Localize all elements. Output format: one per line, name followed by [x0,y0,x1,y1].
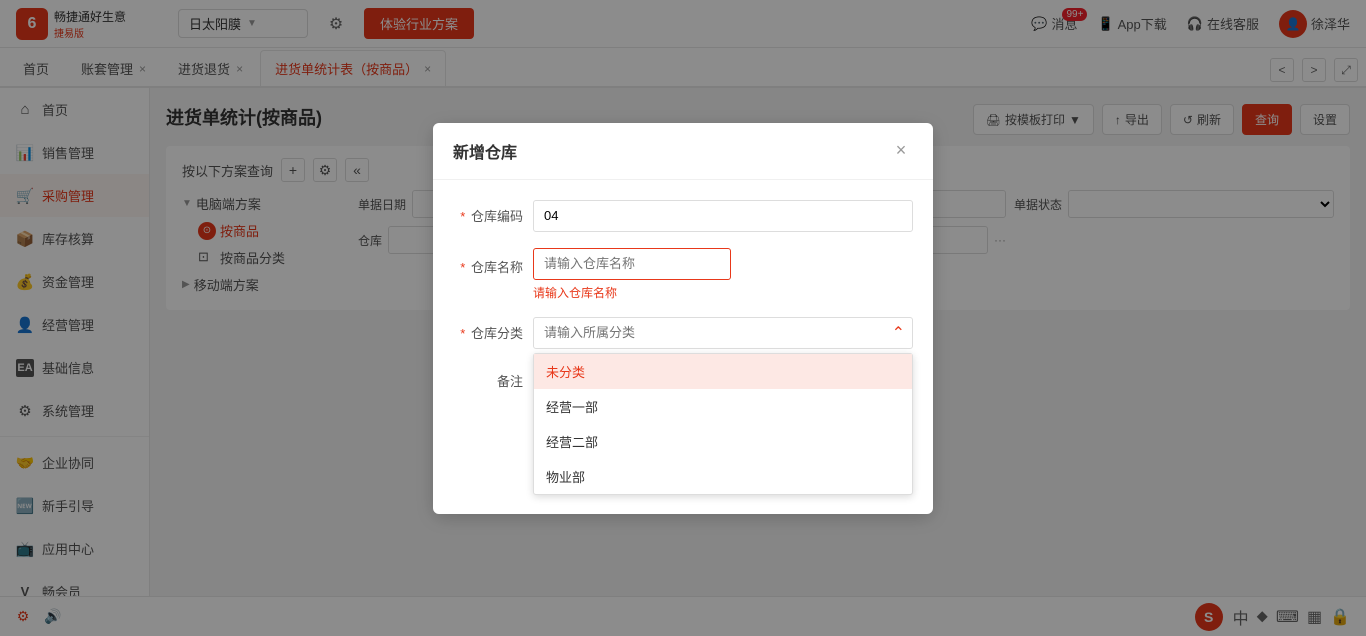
name-error-msg: 请输入仓库名称 [533,286,617,300]
note-label: 备注 [453,365,523,390]
category-dropdown: ⌃ 未分类 经营一部 经营二部 物业部 [533,317,913,349]
name-label: * 仓库名称 [453,251,523,276]
code-input[interactable] [533,200,913,232]
dropdown-option-3[interactable]: 物业部 [534,459,912,494]
category-input[interactable] [533,317,913,349]
dropdown-option-1[interactable]: 经营一部 [534,389,912,424]
modal-header: 新增仓库 × [433,123,933,180]
form-row-name: * 仓库名称 请输入仓库名称 [453,248,913,301]
form-row-category: * 仓库分类 ⌃ 未分类 经营一部 经营二部 物业部 [453,317,913,349]
category-label: * 仓库分类 [453,317,523,342]
required-mark-code: * [460,209,465,224]
category-dropdown-list: 未分类 经营一部 经营二部 物业部 [533,353,913,495]
form-row-code: * 仓库编码 [453,200,913,232]
dropdown-option-0[interactable]: 未分类 [534,354,912,389]
required-mark-name: * [460,260,465,275]
modal-overlay: 新增仓库 × * 仓库编码 * 仓库名称 [0,0,1366,636]
dropdown-arrow-icon[interactable]: ⌃ [892,323,905,343]
modal-title: 新增仓库 [453,139,517,163]
code-label: * 仓库编码 [453,200,523,225]
name-input-wrap [533,248,731,280]
dropdown-option-2[interactable]: 经营二部 [534,424,912,459]
modal-add-warehouse: 新增仓库 × * 仓库编码 * 仓库名称 [433,123,933,514]
name-error-area: 请输入仓库名称 [533,284,617,301]
modal-close-button[interactable]: × [889,139,913,163]
name-input[interactable] [533,248,731,280]
modal-body: * 仓库编码 * 仓库名称 请输入仓库名称 [433,180,933,451]
required-mark-category: * [460,326,465,341]
